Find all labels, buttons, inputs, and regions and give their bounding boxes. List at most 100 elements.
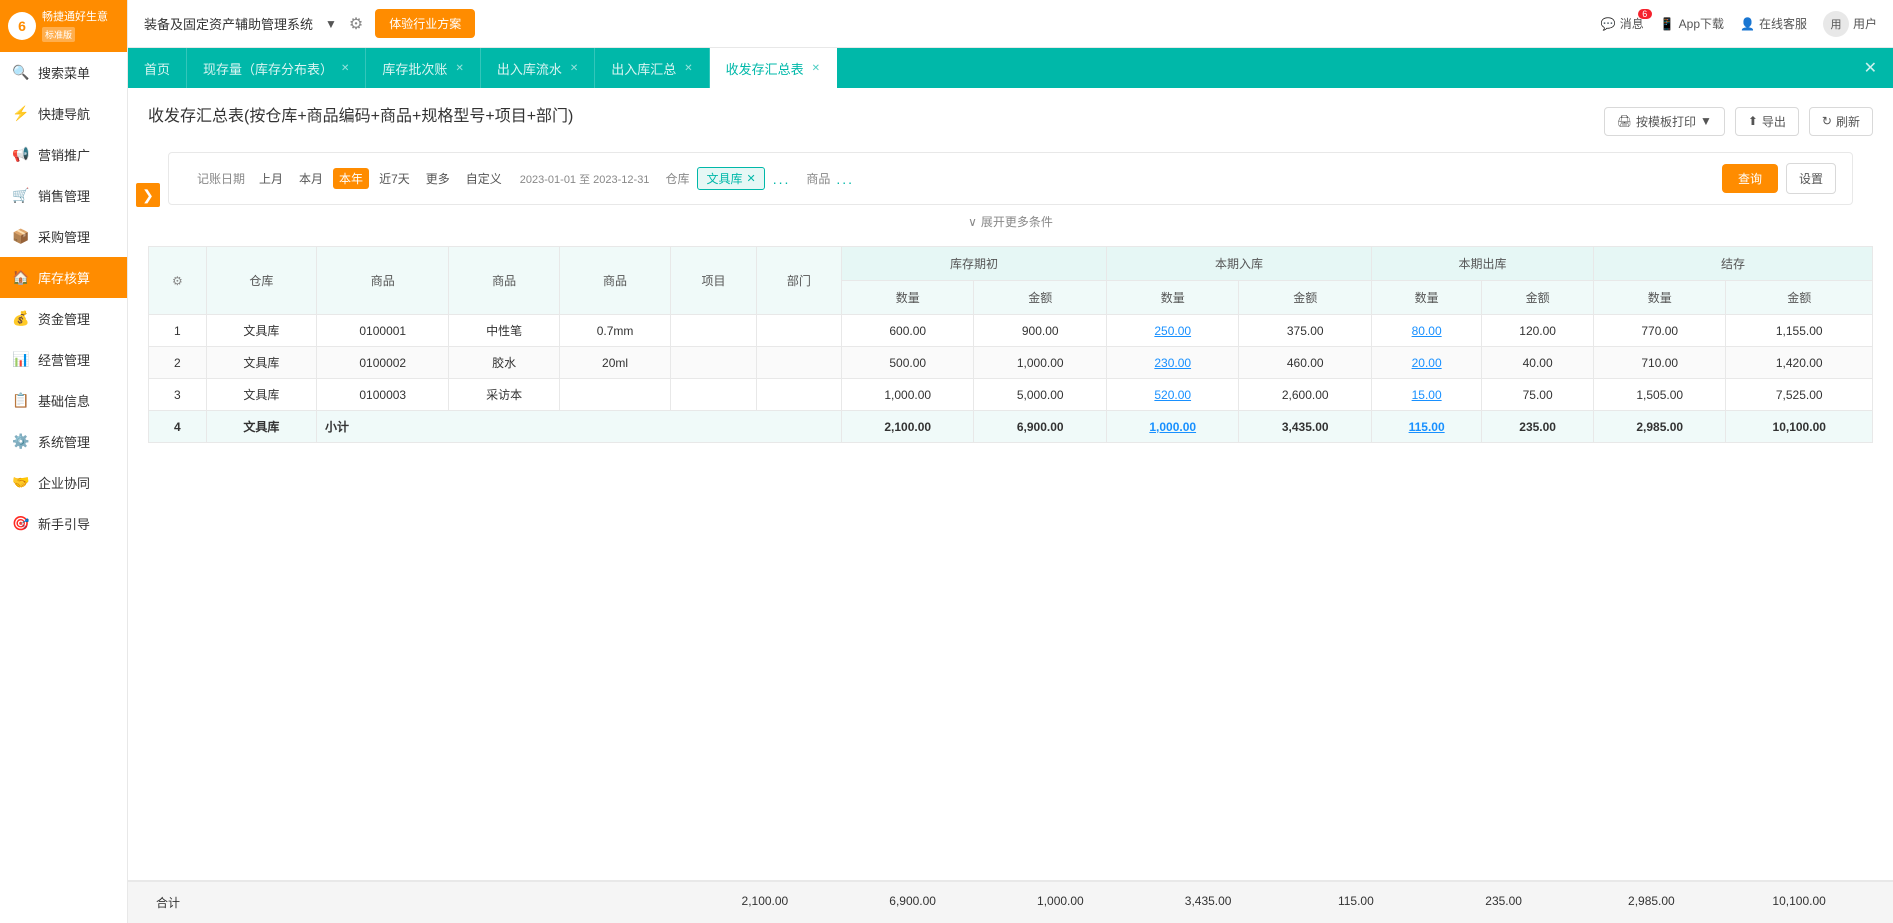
sidebar-item-marketing[interactable]: 📢 营销推广 [0,134,127,175]
cell-out-qty[interactable]: 15.00 [1371,379,1481,411]
operations-icon: 📊 [12,351,30,368]
cell-subtotal-label: 小计 [316,411,841,443]
cell-in-qty[interactable]: 250.00 [1106,315,1239,347]
tabbar-close-button[interactable]: ✕ [1864,58,1877,78]
online-service-label: 在线客服 [1759,15,1807,32]
date-btn-this-year[interactable]: 本年 [333,168,369,189]
cell-warehouse: 文具库 [206,315,316,347]
system-selector[interactable]: ▼ [325,17,337,31]
tab-inout-summary[interactable]: 出入库汇总 ✕ [595,48,709,88]
export-icon: ⬆ [1748,114,1758,128]
sidebar-item-sales[interactable]: 🛒 销售管理 [0,175,127,216]
date-filter-group: 记账日期 上月 本月 本年 近7天 更多 自定义 2023-01-01 至 20… [185,168,649,189]
cell-no: 2 [149,347,207,379]
date-btn-this-month[interactable]: 本月 [293,168,329,189]
cell-balance-amount: 7,525.00 [1726,379,1873,411]
chevron-down-icon: ▼ [1700,114,1712,128]
tab-close-icon[interactable]: ✕ [455,63,463,74]
app-download-item[interactable]: 📱 App下载 [1660,15,1724,32]
subtotal-row: 4 文具库 小计 2,100.00 6,900.00 1,000.00 3,43… [149,411,1873,443]
page-header: 收发存汇总表(按仓库+商品编码+商品+规格型号+项目+部门) 🖨 按模板打印 ▼… [128,88,1893,140]
cell-project [671,315,756,347]
cell-in-qty[interactable]: 1,000.00 [1106,411,1239,443]
col-product-spec: 商品 [559,247,671,315]
sidebar-item-purchase[interactable]: 📦 采购管理 [0,216,127,257]
print-template-button[interactable]: 🖨 按模板打印 ▼ [1604,107,1725,136]
tab-batch[interactable]: 库存批次账 ✕ [366,48,480,88]
cell-out-qty[interactable]: 20.00 [1371,347,1481,379]
finance-icon: 💰 [12,310,30,327]
cell-opening-qty: 600.00 [841,315,974,347]
filter-collapse-button[interactable]: ❯ [136,183,160,207]
cell-warehouse: 文具库 [206,347,316,379]
warehouse-more-dots[interactable]: ... [773,171,791,187]
message-item[interactable]: 💬 消息 6 [1601,15,1644,32]
tab-inventory-dist[interactable]: 现存量（库存分布表） ✕ [187,48,366,88]
warehouse-tag-close-icon[interactable]: ✕ [746,172,755,185]
warehouse-tag: 文具库 ✕ [697,167,764,190]
date-btn-7days[interactable]: 近7天 [373,168,416,189]
tab-close-icon[interactable]: ✕ [812,63,820,74]
sidebar-item-system[interactable]: ⚙️ 系统管理 [0,421,127,462]
sidebar-item-collab[interactable]: 🤝 企业协同 [0,462,127,503]
sidebar-item-search[interactable]: 🔍 搜索菜单 [0,52,127,93]
table-row: 3 文具库 0100003 采访本 1,000.00 5,000.00 520.… [149,379,1873,411]
product-more-dots[interactable]: ... [836,171,854,187]
user-label: 用户 [1853,15,1877,32]
settings-icon[interactable]: ⚙ [349,14,363,34]
col-group-balance: 结存 [1593,247,1872,281]
tab-inout-flow[interactable]: 出入库流水 ✕ [481,48,595,88]
sales-icon: 🛒 [12,187,30,204]
cell-warehouse: 文具库 [206,379,316,411]
tab-close-icon[interactable]: ✕ [570,63,578,74]
cell-opening-amount: 6,900.00 [974,411,1107,443]
user-item[interactable]: 用 用户 [1823,11,1877,37]
date-btn-last-month[interactable]: 上月 [253,168,289,189]
tab-close-icon[interactable]: ✕ [684,63,692,74]
expand-more-button[interactable]: ∨ 展开更多条件 [148,205,1873,238]
sidebar-item-quicknav[interactable]: ⚡ 快捷导航 [0,93,127,134]
date-btn-custom[interactable]: 自定义 [460,168,508,189]
sidebar-item-operations[interactable]: 📊 经营管理 [0,339,127,380]
refresh-label: 刷新 [1836,113,1860,130]
sidebar-item-finance[interactable]: 💰 资金管理 [0,298,127,339]
col-in-amount: 金额 [1239,281,1372,315]
settings-button[interactable]: 设置 [1786,163,1836,194]
cell-in-qty[interactable]: 230.00 [1106,347,1239,379]
experience-button[interactable]: 体验行业方案 [375,9,475,38]
refresh-button[interactable]: ↻ 刷新 [1809,107,1873,136]
query-button[interactable]: 查询 [1722,164,1778,193]
cell-opening-qty: 1,000.00 [841,379,974,411]
footer-in-qty: 1,000.00 [987,890,1135,915]
quicknav-icon: ⚡ [12,105,30,122]
cell-opening-qty: 2,100.00 [841,411,974,443]
col-product-code: 商品 [316,247,449,315]
tab-label: 现存量（库存分布表） [203,59,333,78]
cell-out-qty[interactable]: 115.00 [1371,411,1481,443]
purchase-icon: 📦 [12,228,30,245]
col-warehouse: 仓库 [206,247,316,315]
sidebar-item-label: 库存核算 [38,268,90,287]
col-settings[interactable]: ⚙ [149,247,207,315]
expand-more-label: 展开更多条件 [981,213,1053,230]
cell-out-amount: 235.00 [1482,411,1594,443]
cell-in-qty[interactable]: 520.00 [1106,379,1239,411]
cell-out-amount: 120.00 [1482,315,1594,347]
cell-out-qty[interactable]: 80.00 [1371,315,1481,347]
tab-close-icon[interactable]: ✕ [341,63,349,74]
cell-opening-amount: 1,000.00 [974,347,1107,379]
export-button[interactable]: ⬆ 导出 [1735,107,1799,136]
sidebar-item-inventory[interactable]: 🏠 库存核算 [0,257,127,298]
tab-label: 出入库汇总 [611,59,676,78]
date-btn-more[interactable]: 更多 [420,168,456,189]
footer-balance-amount: 10,100.00 [1725,890,1873,915]
tab-home[interactable]: 首页 [128,48,187,88]
online-service-item[interactable]: 👤 在线客服 [1740,15,1807,32]
sidebar-item-guide[interactable]: 🎯 新手引导 [0,503,127,544]
sidebar-item-basicinfo[interactable]: 📋 基础信息 [0,380,127,421]
footer-balance-qty: 2,985.00 [1578,890,1726,915]
tab-bar: 首页 现存量（库存分布表） ✕ 库存批次账 ✕ 出入库流水 ✕ 出入库汇总 ✕ … [128,48,1893,88]
tab-recv-summary[interactable]: 收发存汇总表 ✕ [710,48,837,88]
collab-icon: 🤝 [12,474,30,491]
footer-opening-amount: 6,900.00 [839,890,987,915]
